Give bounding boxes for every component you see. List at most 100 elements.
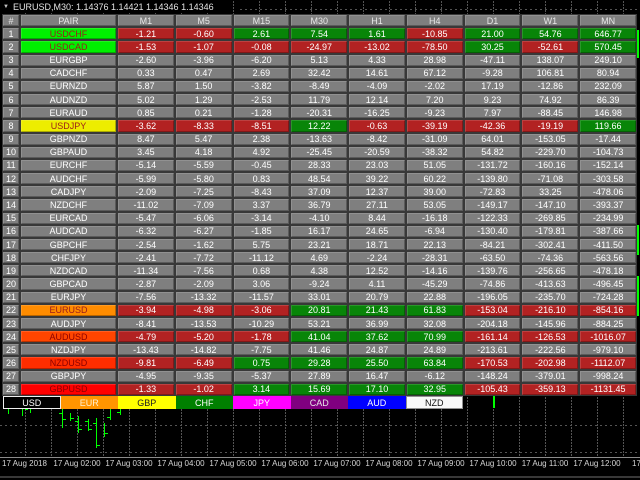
pair-cell[interactable]: CADCHF (20, 66, 117, 80)
value-cell: -2.54 (117, 237, 175, 252)
value-cell: -4.95 (117, 369, 175, 383)
time-axis-separator (0, 457, 640, 458)
currency-button-gbp[interactable]: GBP (118, 396, 176, 409)
time-axis-label: 17 Aug 12:00 (573, 459, 621, 468)
value-cell: 14.61 (348, 66, 406, 80)
value-cell: -202.98 (521, 356, 580, 370)
currency-button-eur[interactable]: EUR (60, 396, 118, 409)
pair-cell[interactable]: EURCAD (20, 211, 117, 225)
row-index: 7 (2, 106, 20, 120)
value-cell: -1016.07 (579, 330, 637, 344)
value-cell: 41.46 (290, 343, 349, 357)
currency-button-jpy[interactable]: JPY (233, 396, 291, 409)
pair-cell[interactable]: NZDCAD (20, 264, 117, 278)
value-cell: 11.79 (290, 93, 349, 107)
currency-button-chf[interactable]: CHF (175, 396, 233, 409)
value-cell: -393.37 (579, 198, 637, 212)
value-cell: -6.20 (232, 53, 291, 67)
pair-cell[interactable]: USDCHF (20, 27, 117, 41)
value-cell: 48.54 (290, 172, 349, 186)
currency-button-cad[interactable]: CAD (290, 396, 348, 409)
value-cell: 23.21 (290, 237, 349, 252)
pair-cell[interactable]: CADJPY (20, 185, 117, 199)
pair-cell[interactable]: NZDJPY (20, 343, 117, 357)
pair-cell[interactable]: EURJPY (20, 290, 117, 304)
chart-dropdown-icon[interactable]: ▼ (3, 4, 9, 10)
value-cell: 20.79 (348, 290, 406, 304)
row-index: 16 (2, 224, 20, 238)
value-cell: -2.41 (117, 251, 175, 265)
candlestick (637, 276, 639, 316)
time-axis-label: 17 Aug 08:00 (365, 459, 413, 468)
value-cell: 53.05 (405, 198, 464, 212)
pair-cell[interactable]: AUDNZD (20, 93, 117, 107)
mt4-chart-window: ▼ EURUSD,M30: 1.14376 1.14421 1.14346 1.… (0, 0, 640, 480)
value-cell: 0.21 (174, 106, 233, 120)
value-cell: -979.10 (579, 343, 637, 357)
value-cell: -5.37 (232, 369, 291, 383)
pair-cell[interactable]: GBPNZD (20, 132, 117, 146)
value-cell: -170.53 (463, 356, 522, 370)
pair-cell[interactable]: USDCAD (20, 40, 117, 54)
value-cell: -131.72 (463, 158, 522, 173)
currency-button-aud[interactable]: AUD (348, 396, 406, 409)
pair-cell[interactable]: GBPJPY (20, 369, 117, 383)
pair-cell[interactable]: USDJPY (20, 119, 117, 133)
candlestick (637, 225, 639, 255)
pair-cell[interactable]: AUDUSD (20, 330, 117, 344)
value-cell: -126.53 (521, 330, 580, 344)
pair-cell[interactable]: AUDCAD (20, 224, 117, 238)
pair-cell[interactable]: NZDUSD (20, 356, 117, 370)
row-index: 10 (2, 145, 20, 159)
currency-button-usd[interactable]: USD (3, 396, 61, 409)
value-cell: 54.76 (521, 27, 580, 41)
value-cell: 2.38 (232, 132, 291, 146)
candlestick (25, 409, 28, 410)
value-cell: -0.63 (348, 119, 406, 133)
value-cell: 51.05 (405, 158, 464, 173)
value-cell: 8.47 (117, 132, 175, 146)
value-cell: -19.19 (521, 119, 580, 133)
pair-cell[interactable]: EURNZD (20, 79, 117, 94)
value-cell: -196.05 (463, 290, 522, 304)
value-cell: 1.61 (348, 27, 406, 41)
value-cell: 4.18 (174, 145, 233, 159)
pair-cell[interactable]: GBPAUD (20, 145, 117, 159)
value-cell: 30.25 (463, 40, 522, 54)
time-axis[interactable]: 17 Aug 2018 17 Aug 02:00 17 Aug 03:00 17 Au… (0, 459, 640, 470)
value-cell: -6.06 (174, 211, 233, 225)
currency-button-nzd[interactable]: NZD (405, 396, 463, 409)
value-cell: 33.25 (521, 185, 580, 199)
value-cell: -9.35 (174, 369, 233, 383)
window-bottom-edge (0, 476, 640, 478)
value-cell: 86.39 (579, 93, 637, 107)
pair-cell[interactable]: AUDCHF (20, 172, 117, 186)
pair-cell[interactable]: CHFJPY (20, 251, 117, 265)
pair-cell[interactable]: AUDJPY (20, 316, 117, 331)
currency-button-bar: USD EUR GBP CHF JPY CAD AUD NZD (3, 396, 463, 409)
pair-cell[interactable]: EURGBP (20, 53, 117, 67)
value-cell: 570.45 (579, 40, 637, 54)
value-cell: 106.81 (521, 66, 580, 80)
row-index: 9 (2, 132, 20, 146)
candlestick (70, 413, 71, 421)
pair-cell[interactable]: EURUSD (20, 303, 117, 317)
pair-cell[interactable]: NZDCHF (20, 198, 117, 212)
candlestick (96, 418, 97, 448)
pair-cell[interactable]: EURCHF (20, 158, 117, 173)
value-cell: -10.29 (232, 316, 291, 331)
value-cell: -478.06 (579, 185, 637, 199)
pair-cell[interactable]: GBPCAD (20, 277, 117, 291)
value-cell: -8.33 (174, 119, 233, 133)
value-cell: -28.31 (405, 251, 464, 265)
value-cell: -13.53 (174, 316, 233, 331)
candlestick (97, 445, 100, 446)
candlestick (63, 419, 66, 420)
value-cell: 4.33 (348, 53, 406, 67)
pair-cell[interactable]: GBPUSD (20, 382, 117, 396)
pair-cell[interactable]: EURAUD (20, 106, 117, 120)
value-cell: -234.99 (579, 211, 637, 225)
value-cell: -1.02 (174, 382, 233, 396)
pair-cell[interactable]: GBPCHF (20, 237, 117, 252)
value-cell: 0.75 (232, 356, 291, 370)
